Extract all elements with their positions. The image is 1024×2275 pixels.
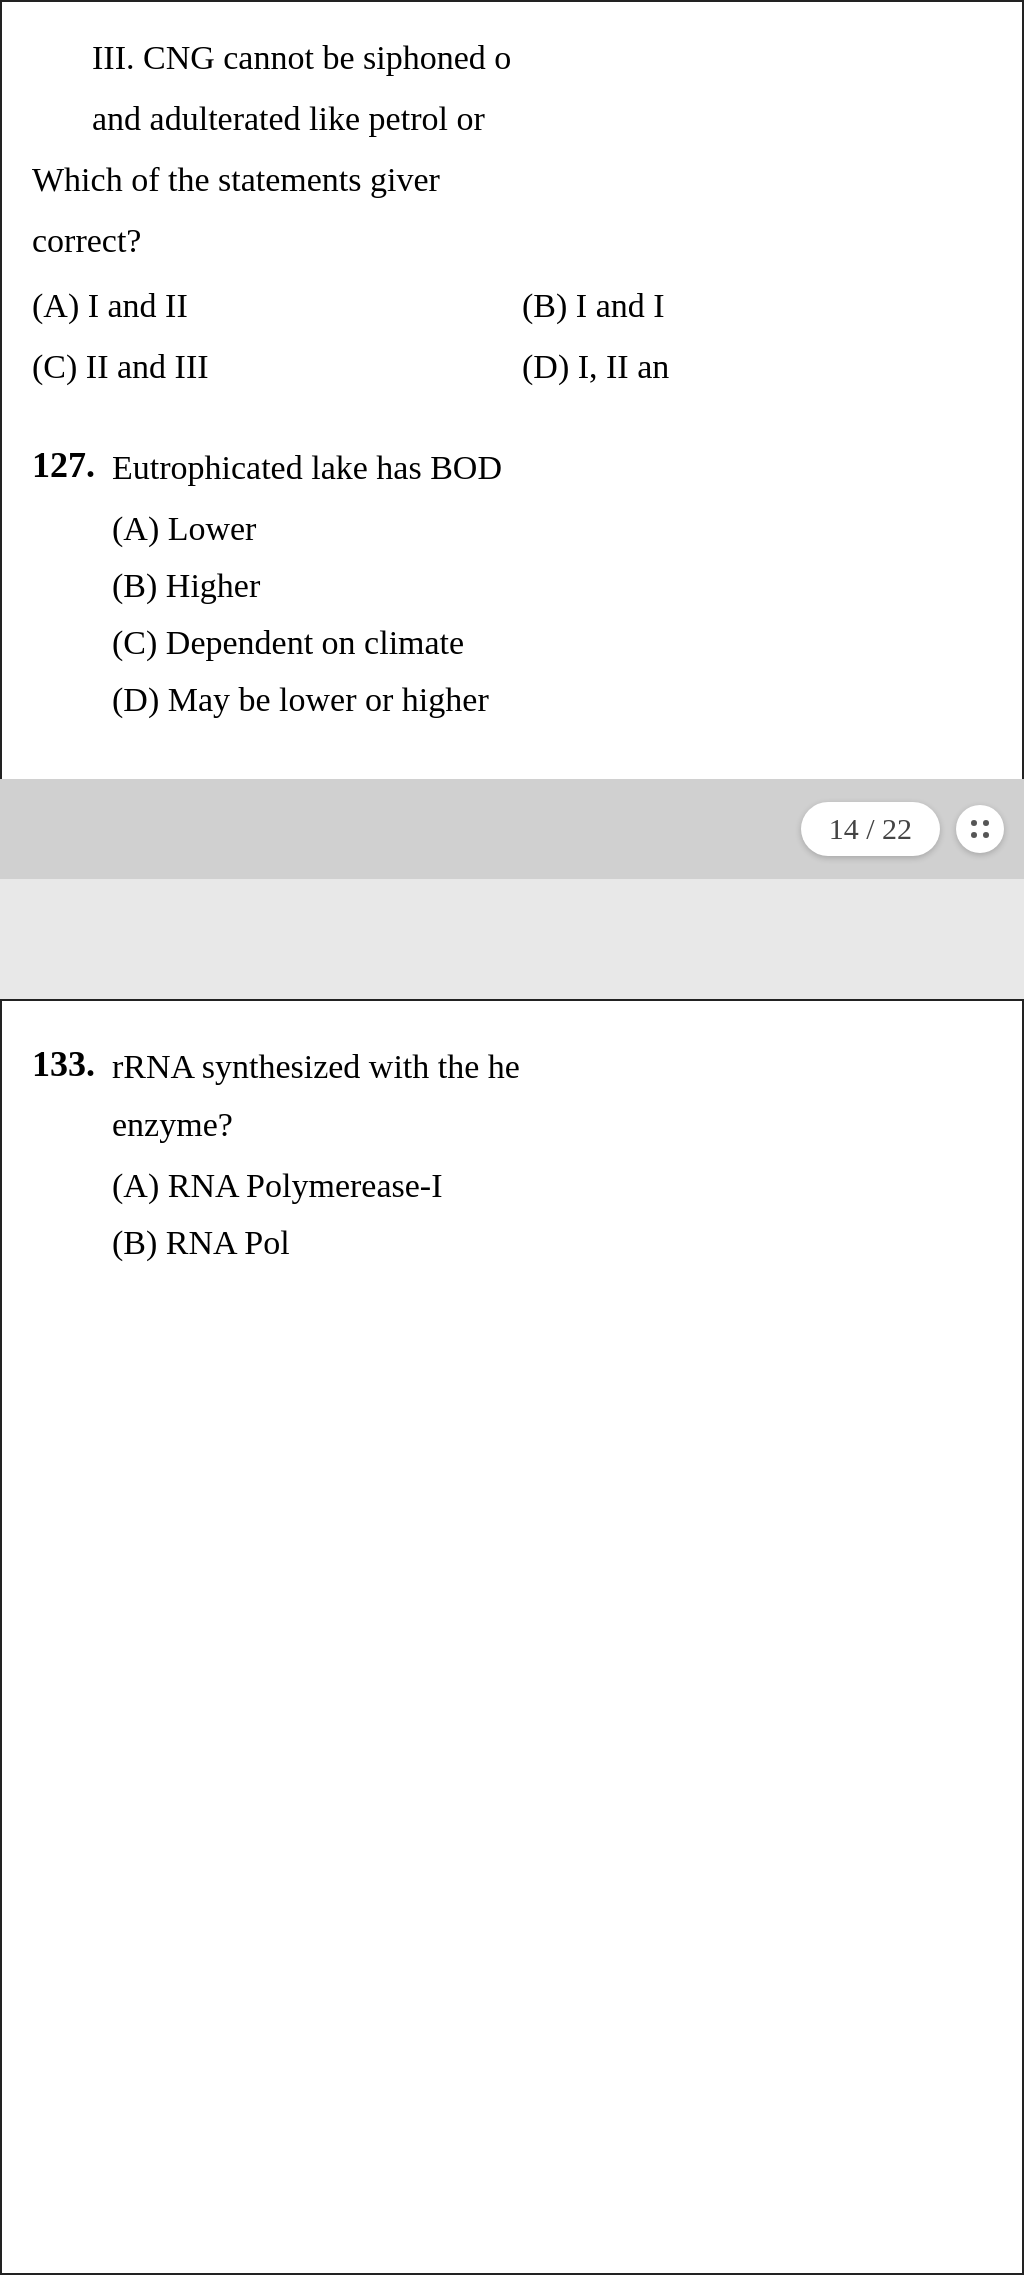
- q127-option-b[interactable]: (B) Higher: [112, 560, 992, 611]
- svg-point-1: [983, 820, 989, 826]
- option-b-top[interactable]: (B) I and I: [522, 280, 992, 331]
- options-grid-top: (A) I and II (B) I and I (C) II and III …: [32, 280, 992, 392]
- question-133-number: 133.: [32, 1041, 112, 1085]
- question-133-text-line2: enzyme?: [112, 1099, 992, 1152]
- svg-point-0: [971, 820, 977, 826]
- q133-option-b-partial[interactable]: (B) RNA Pol: [112, 1217, 992, 1268]
- question-133-text-line1: rRNA synthesized with the he: [112, 1041, 992, 1094]
- top-question-card: III. CNG cannot be siphoned o and adulte…: [0, 0, 1024, 779]
- question-127-row: 127. Eutrophicated lake has BOD (A) Lowe…: [32, 442, 992, 731]
- continuation-text-line2: and adulterated like petrol or: [32, 93, 992, 144]
- question-127-content: Eutrophicated lake has BOD (A) Lower (B)…: [112, 442, 992, 731]
- q133-option-a[interactable]: (A) RNA Polymerease-I: [112, 1160, 992, 1211]
- question-133-options: (A) RNA Polymerease-I (B) RNA Pol: [112, 1160, 992, 1268]
- page-indicator-wrapper: 14 / 22: [801, 802, 1004, 856]
- question-127-number: 127.: [32, 442, 112, 486]
- option-c-top[interactable]: (C) II and III: [32, 341, 502, 392]
- q127-option-c[interactable]: (C) Dependent on climate: [112, 617, 992, 668]
- page-indicator: 14 / 22: [801, 802, 940, 856]
- question-127-options: (A) Lower (B) Higher (C) Dependent on cl…: [112, 503, 992, 725]
- svg-point-3: [983, 832, 989, 838]
- bottom-question-card: 133. rRNA synthesized with the he enzyme…: [0, 999, 1024, 2275]
- q127-option-d[interactable]: (D) May be lower or higher: [112, 674, 992, 725]
- option-a-top[interactable]: (A) I and II: [32, 280, 502, 331]
- which-statement-line1: Which of the statements giver: [32, 154, 992, 205]
- continuation-text-line1: III. CNG cannot be siphoned o: [32, 32, 992, 83]
- which-statement-line2: correct?: [32, 215, 992, 266]
- question-127-text: Eutrophicated lake has BOD: [112, 442, 992, 495]
- gap-spacer: [0, 879, 1024, 999]
- page-wrapper: III. CNG cannot be siphoned o and adulte…: [0, 0, 1024, 2275]
- option-d-top[interactable]: (D) I, II an: [522, 341, 992, 392]
- q127-option-a[interactable]: (A) Lower: [112, 503, 992, 554]
- question-133-row: 133. rRNA synthesized with the he enzyme…: [32, 1041, 992, 1274]
- question-133-content: rRNA synthesized with the he enzyme? (A)…: [112, 1041, 992, 1274]
- navigation-bar: 14 / 22: [0, 779, 1024, 879]
- grid-menu-icon[interactable]: [956, 805, 1004, 853]
- svg-point-2: [971, 832, 977, 838]
